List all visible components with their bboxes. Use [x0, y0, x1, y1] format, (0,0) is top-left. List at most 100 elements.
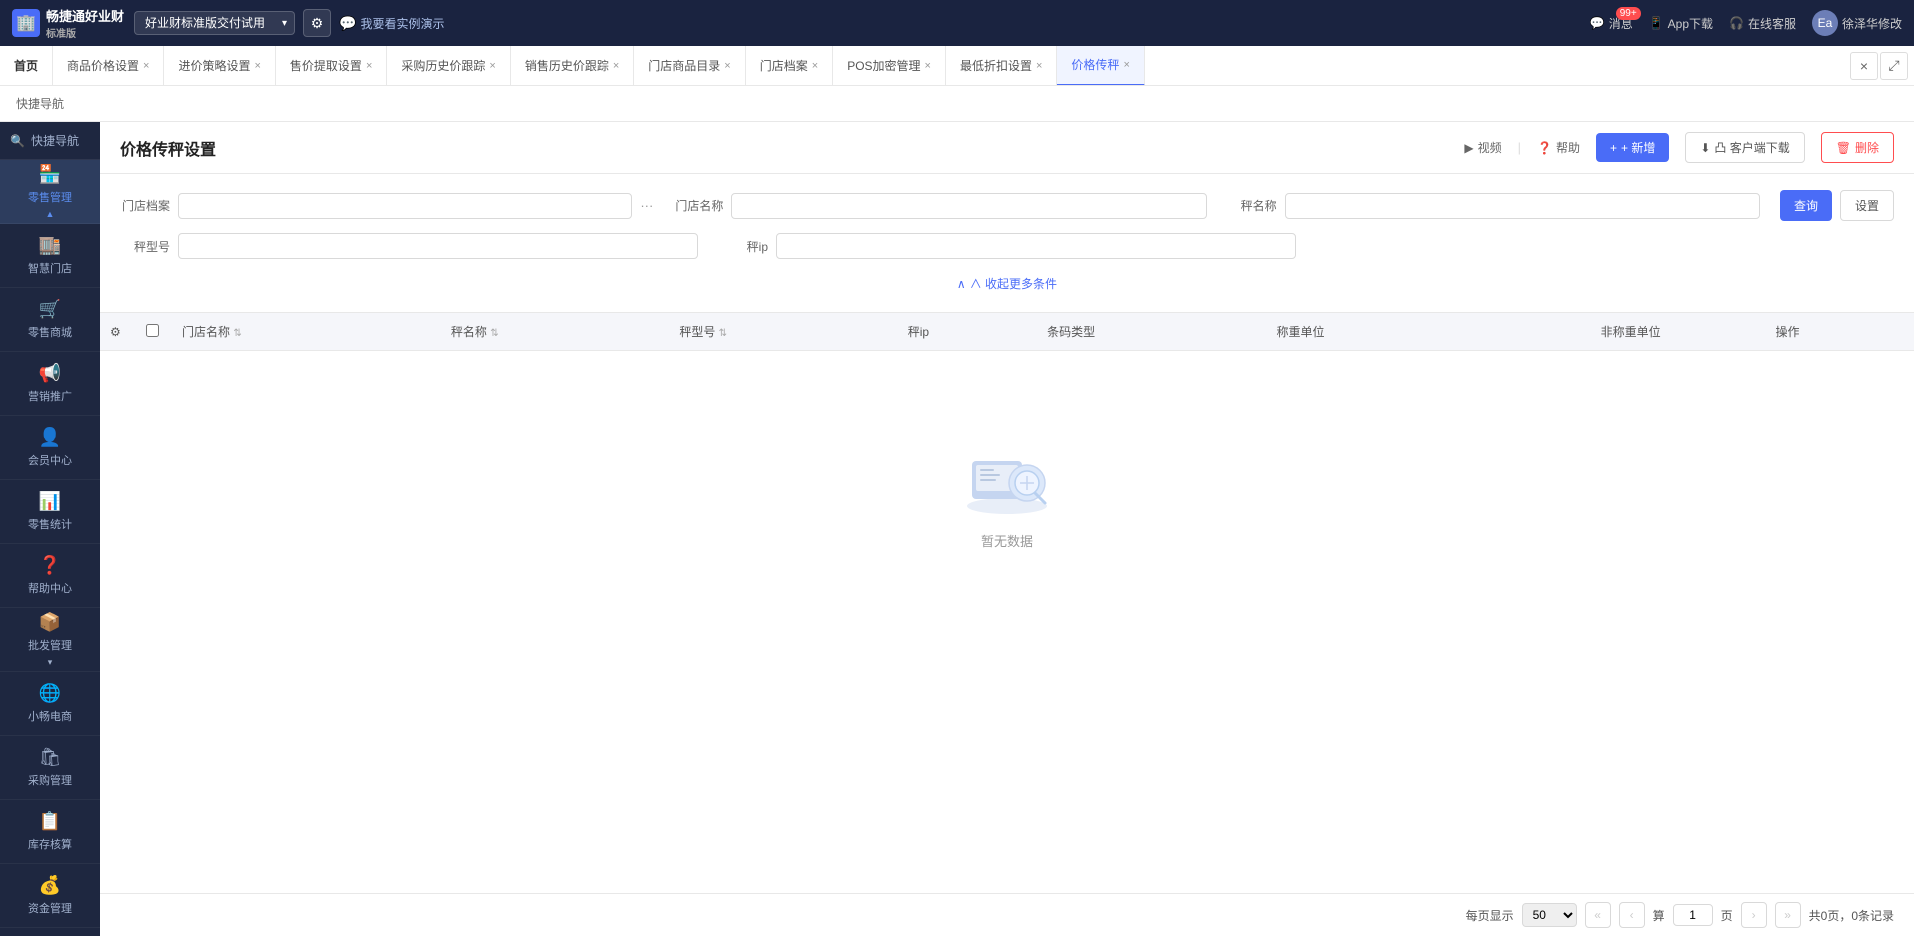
close-icon[interactable]: ×: [812, 60, 818, 72]
tab-store-file[interactable]: 门店档案 ×: [746, 46, 833, 86]
page-number-input[interactable]: [1673, 904, 1713, 926]
app-download-label: App下载: [1668, 15, 1713, 32]
delete-button[interactable]: 🗑 删除: [1821, 132, 1894, 163]
page-title: 价格传秤设置: [120, 136, 216, 160]
sidebar-item-help[interactable]: ❓ 帮助中心: [0, 544, 100, 608]
tab-sale-history[interactable]: 销售历史价跟踪 ×: [511, 46, 634, 86]
help-circle-icon: ❓: [1537, 141, 1552, 155]
sidebar-item-ecommerce[interactable]: 🌐 小畅电商: [0, 672, 100, 736]
message-btn[interactable]: 💬 消息 99+: [1590, 15, 1633, 32]
sort-icon[interactable]: ⇅: [490, 328, 498, 339]
tab-purchase-history[interactable]: 采购历史价跟踪 ×: [387, 46, 510, 86]
purchase-icon: 🛍: [39, 747, 62, 768]
sidebar-item-retail-mall[interactable]: 🛒 零售商城: [0, 288, 100, 352]
next-page-icon: ›: [1752, 908, 1756, 922]
smart-store-icon: 🏬: [39, 235, 61, 256]
tab-purchase-strategy[interactable]: 进价策略设置 ×: [164, 46, 275, 86]
close-icon[interactable]: ×: [724, 60, 730, 72]
content-header: 价格传秤设置 ▶ 视频 | ❓ 帮助 + + 新增 ⬇ 凸 客户端下载: [100, 122, 1914, 174]
video-icon: ▶: [1464, 141, 1473, 155]
tab-discount[interactable]: 最低折扣设置 ×: [946, 46, 1057, 86]
sidebar-item-marketing[interactable]: 📢 营销推广: [0, 352, 100, 416]
next-page-btn[interactable]: ›: [1741, 902, 1767, 928]
content-header-right: ▶ 视频 | ❓ 帮助 + + 新增 ⬇ 凸 客户端下载 🗑: [1464, 132, 1894, 163]
close-icon[interactable]: ×: [925, 60, 931, 72]
logo-icon: 🏢: [12, 9, 40, 37]
scale-ip-input[interactable]: [776, 233, 1296, 259]
top-bar: 🏢 畅捷通好业财 标准版 好业财标准版交付试用 ⚙ 💬 我要看实例演示 💬 消息…: [0, 0, 1914, 46]
col-weight-unit: 称重单位: [1266, 313, 1495, 351]
sort-icon[interactable]: ⇅: [233, 328, 241, 339]
help-link[interactable]: ❓ 帮助: [1537, 139, 1580, 156]
sidebar-item-inventory[interactable]: 📋 库存核算: [0, 800, 100, 864]
scale-ip-label: 秤ip: [718, 238, 768, 255]
close-icon[interactable]: ×: [489, 60, 495, 72]
table-checkbox-th[interactable]: [136, 313, 172, 351]
app-name: 畅捷通好业财: [46, 6, 124, 25]
store-file-input[interactable]: [178, 193, 632, 219]
sidebar-search[interactable]: 🔍 快捷导航: [0, 122, 100, 160]
first-page-btn[interactable]: «: [1585, 902, 1611, 928]
close-icon[interactable]: ×: [1036, 60, 1042, 72]
sidebar-item-ledger[interactable]: 📒 总账管理: [0, 928, 100, 936]
tab-home[interactable]: 首页: [0, 46, 53, 86]
video-link[interactable]: ▶ 视频: [1464, 139, 1501, 156]
sidebar-item-retail[interactable]: 🏪 零售管理 ▲: [0, 160, 100, 224]
version-select[interactable]: 好业财标准版交付试用: [134, 11, 295, 35]
prev-page-icon: ‹: [1630, 908, 1634, 922]
avatar: Ea: [1812, 10, 1838, 36]
user-profile-btn[interactable]: Ea 徐泽华修改: [1812, 10, 1902, 36]
sidebar-item-smart-store[interactable]: 🏬 智慧门店: [0, 224, 100, 288]
scale-model-input[interactable]: [178, 233, 698, 259]
online-service-btn[interactable]: 🎧 在线客服: [1729, 15, 1796, 32]
store-name-field: 门店名称: [673, 193, 1206, 219]
add-button[interactable]: + + 新增: [1596, 133, 1669, 162]
maximize-btn[interactable]: ⤢: [1880, 52, 1908, 80]
version-select-wrap[interactable]: 好业财标准版交付试用: [134, 11, 295, 35]
table-settings-th[interactable]: ⚙: [100, 313, 136, 351]
store-file-dots[interactable]: ···: [640, 198, 653, 213]
plus-icon: +: [1610, 141, 1617, 155]
select-all-checkbox[interactable]: [146, 324, 159, 337]
collapse-button[interactable]: ∧ ∧ 收起更多条件: [947, 271, 1067, 296]
close-icon[interactable]: ×: [613, 60, 619, 72]
scale-name-input[interactable]: [1285, 193, 1760, 219]
sort-icon[interactable]: ⇅: [719, 328, 727, 339]
settings-icon-btn[interactable]: ⚙: [303, 9, 331, 37]
sidebar-item-retail-stats[interactable]: 📊 零售统计: [0, 480, 100, 544]
close-icon[interactable]: ×: [366, 60, 372, 72]
ecommerce-icon: 🌐: [39, 683, 61, 704]
last-page-btn[interactable]: »: [1775, 902, 1801, 928]
demo-btn[interactable]: 💬 我要看实例演示: [339, 15, 444, 32]
tab-pos[interactable]: POS加密管理 ×: [833, 46, 946, 86]
download-button[interactable]: ⬇ 凸 客户端下载: [1685, 132, 1804, 163]
sidebar-item-wholesale[interactable]: 📦 批发管理 ▾: [0, 608, 100, 672]
empty-text: 暂无数据: [981, 531, 1033, 550]
app-download-btn[interactable]: 📱 App下载: [1649, 15, 1713, 32]
store-name-input[interactable]: [731, 193, 1206, 219]
sidebar-item-finance[interactable]: 💰 资金管理: [0, 864, 100, 928]
close-icon[interactable]: ×: [1123, 59, 1129, 71]
tab-price-scale[interactable]: 价格传秤 ×: [1057, 46, 1144, 86]
sidebar-item-member[interactable]: 👤 会员中心: [0, 416, 100, 480]
search-button[interactable]: 查询: [1780, 190, 1832, 221]
tab-sale-extract[interactable]: 售价提取设置 ×: [276, 46, 387, 86]
wholesale-icon: 📦: [39, 612, 61, 633]
close-icon[interactable]: ×: [254, 60, 260, 72]
close-icon[interactable]: ×: [143, 60, 149, 72]
prev-page-btn[interactable]: ‹: [1619, 902, 1645, 928]
pagination: 每页显示 10 20 50 100 « ‹ 算 页 › » 共0页，0条记录: [100, 893, 1914, 936]
online-service-label: 在线客服: [1748, 15, 1796, 32]
retail-icon: 🏪: [39, 164, 61, 185]
per-page-select[interactable]: 10 20 50 100: [1522, 903, 1577, 927]
tab-store-catalog[interactable]: 门店商品目录 ×: [634, 46, 745, 86]
col-scale-name: 秤名称 ⇅: [441, 313, 669, 351]
sidebar-item-purchase[interactable]: 🛍 采购管理: [0, 736, 100, 800]
close-all-btn[interactable]: ×: [1850, 52, 1878, 80]
col-barcode-type: 条码类型: [1037, 313, 1266, 351]
tab-price-settings[interactable]: 商品价格设置 ×: [53, 46, 164, 86]
setup-button[interactable]: 设置: [1840, 190, 1894, 221]
store-name-label: 门店名称: [673, 197, 723, 214]
empty-illustration: [952, 431, 1062, 521]
search-row-1: 门店档案 ··· 门店名称 秤名称 查询 设置: [120, 190, 1894, 221]
